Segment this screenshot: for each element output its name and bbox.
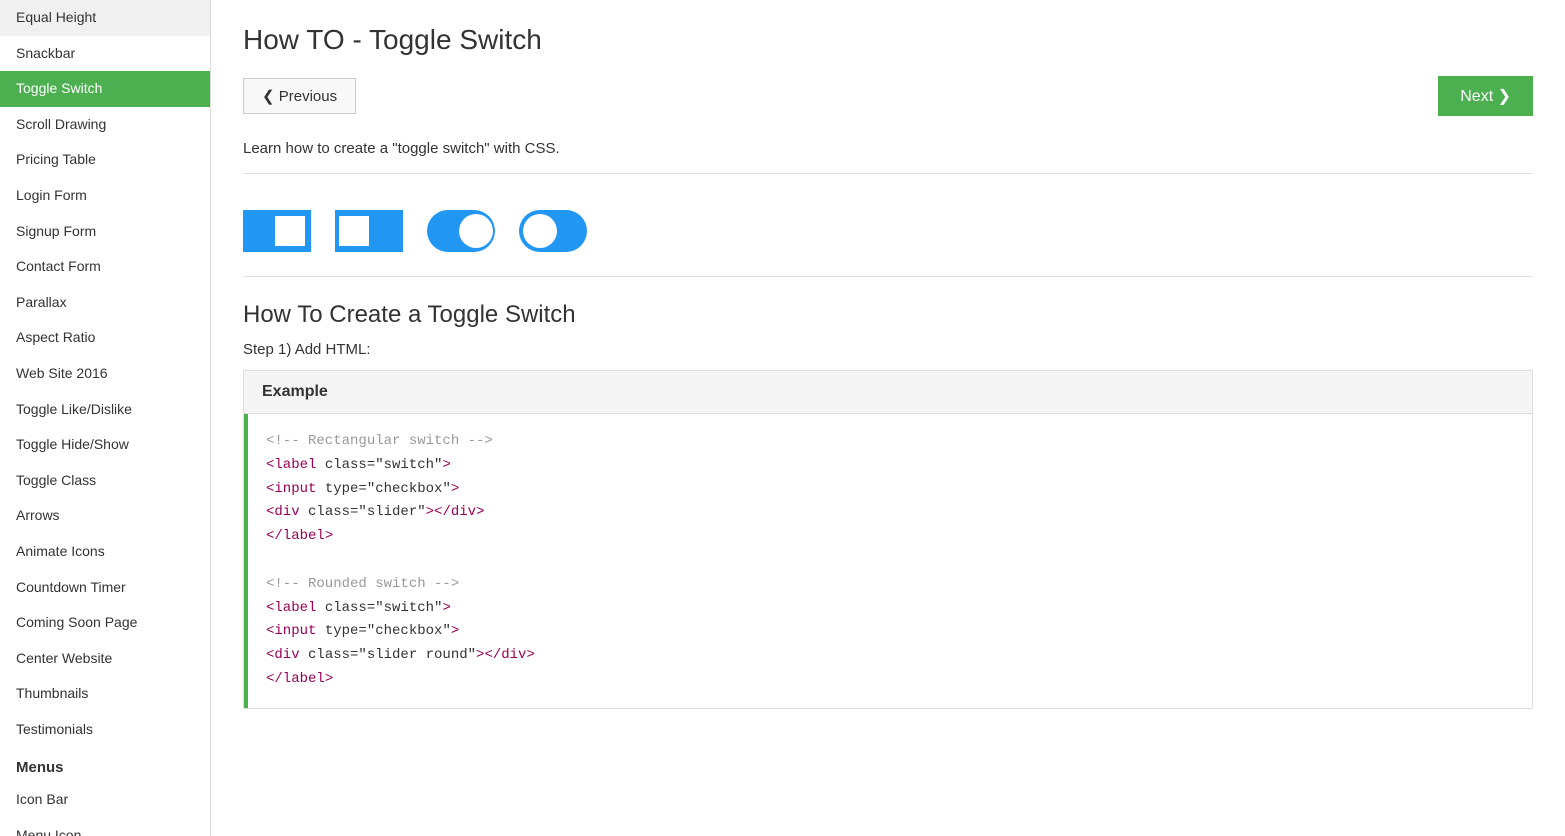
example-header: Example bbox=[244, 371, 1532, 414]
toggle-rect-off[interactable] bbox=[335, 210, 403, 252]
sidebar-item[interactable]: Countdown Timer bbox=[0, 570, 210, 606]
toggle-demo-area bbox=[243, 194, 1533, 277]
code-line: <label class="switch"> bbox=[266, 454, 1514, 478]
sidebar-item[interactable]: Icon Bar bbox=[0, 782, 210, 818]
sidebar-item[interactable]: Arrows bbox=[0, 498, 210, 534]
sidebar: Equal HeightSnackbarToggle SwitchScroll … bbox=[0, 0, 211, 836]
toggle-round-off[interactable] bbox=[519, 210, 587, 252]
section-title: How To Create a Toggle Switch bbox=[243, 301, 1533, 329]
toggle-round-on[interactable] bbox=[427, 210, 495, 252]
code-line: <input type="checkbox"> bbox=[266, 478, 1514, 502]
sidebar-item[interactable]: Testimonials bbox=[0, 712, 210, 748]
sidebar-item[interactable]: Signup Form bbox=[0, 214, 210, 250]
code-line: </label> bbox=[266, 668, 1514, 692]
sidebar-item[interactable]: Contact Form bbox=[0, 249, 210, 285]
sidebar-item[interactable]: Coming Soon Page bbox=[0, 605, 210, 641]
sidebar-item[interactable]: Equal Height bbox=[0, 0, 210, 36]
sidebar-item[interactable]: Pricing Table bbox=[0, 142, 210, 178]
sidebar-item[interactable]: Snackbar bbox=[0, 36, 210, 72]
example-box: Example <!-- Rectangular switch --><labe… bbox=[243, 370, 1533, 709]
menus-section-title: Menus bbox=[0, 747, 210, 782]
description-text: Learn how to create a "toggle switch" wi… bbox=[243, 140, 1533, 174]
sidebar-item[interactable]: Thumbnails bbox=[0, 676, 210, 712]
code-area: <!-- Rectangular switch --><label class=… bbox=[244, 414, 1532, 708]
code-line: <!-- Rectangular switch --> bbox=[266, 430, 1514, 454]
sidebar-item[interactable]: Login Form bbox=[0, 178, 210, 214]
code-line bbox=[266, 549, 1514, 573]
code-line: </label> bbox=[266, 525, 1514, 549]
code-line: <label class="switch"> bbox=[266, 597, 1514, 621]
prev-button[interactable]: ❮ Previous bbox=[243, 78, 356, 114]
sidebar-item[interactable]: Toggle Like/Dislike bbox=[0, 392, 210, 428]
sidebar-item[interactable]: Scroll Drawing bbox=[0, 107, 210, 143]
next-button[interactable]: Next ❯ bbox=[1438, 76, 1533, 116]
sidebar-item[interactable]: Menu Icon bbox=[0, 818, 210, 836]
sidebar-nav-menus: Icon BarMenu IconAccordionTabsVertical T… bbox=[0, 782, 210, 836]
sidebar-item[interactable]: Toggle Switch bbox=[0, 71, 210, 107]
sidebar-item[interactable]: Toggle Class bbox=[0, 463, 210, 499]
page-title: How TO - Toggle Switch bbox=[243, 24, 1533, 56]
nav-buttons: ❮ Previous Next ❯ bbox=[243, 76, 1533, 116]
toggle-rect-on[interactable] bbox=[243, 210, 311, 252]
sidebar-item[interactable]: Parallax bbox=[0, 285, 210, 321]
sidebar-item[interactable]: Center Website bbox=[0, 641, 210, 677]
code-line: <input type="checkbox"> bbox=[266, 620, 1514, 644]
code-line: <!-- Rounded switch --> bbox=[266, 573, 1514, 597]
main-content: How TO - Toggle Switch ❮ Previous Next ❯… bbox=[211, 0, 1565, 836]
sidebar-item[interactable]: Toggle Hide/Show bbox=[0, 427, 210, 463]
code-line: <div class="slider round"></div> bbox=[266, 644, 1514, 668]
sidebar-item[interactable]: Web Site 2016 bbox=[0, 356, 210, 392]
step-label: Step 1) Add HTML: bbox=[243, 341, 1533, 358]
sidebar-item[interactable]: Animate Icons bbox=[0, 534, 210, 570]
code-line: <div class="slider"></div> bbox=[266, 501, 1514, 525]
sidebar-item[interactable]: Aspect Ratio bbox=[0, 320, 210, 356]
sidebar-nav-top: Equal HeightSnackbarToggle SwitchScroll … bbox=[0, 0, 210, 747]
